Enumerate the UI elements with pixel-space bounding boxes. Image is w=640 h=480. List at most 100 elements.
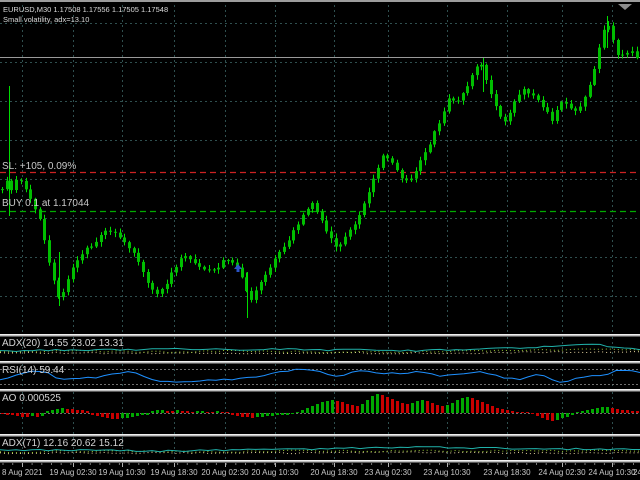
- ao-bar: [306, 408, 309, 413]
- ao-bar: [441, 406, 444, 413]
- indicator-pane-adx20[interactable]: ADX(20) 14.55 23.02 13.31: [0, 337, 640, 361]
- ao-bar: [276, 413, 279, 415]
- ao-label: AO 0.000525: [2, 393, 61, 404]
- ao-bar: [586, 410, 589, 413]
- ao-bar: [636, 411, 639, 413]
- ao-bar: [66, 409, 69, 413]
- ao-bar: [111, 413, 114, 419]
- ao-bar: [51, 410, 54, 413]
- ao-bar: [86, 411, 89, 413]
- stop-loss-label: SL: +105, 0.09%: [2, 161, 77, 172]
- time-axis-label: 19 Aug 18:30: [150, 468, 198, 477]
- ao-bar: [56, 409, 59, 413]
- ao-bar: [561, 413, 564, 418]
- ao-bar: [621, 410, 624, 413]
- ao-bar: [106, 413, 109, 418]
- ao-bar: [311, 406, 314, 413]
- ao-bar: [361, 404, 364, 413]
- ao-bar: [216, 411, 219, 413]
- rsi-canvas[interactable]: [0, 364, 640, 389]
- indicator-pane-ao[interactable]: AO 0.000525: [0, 392, 640, 434]
- ao-bar: [356, 406, 359, 413]
- main-chart-group: [0, 2, 640, 334]
- ao-bar: [616, 409, 619, 413]
- ao-bar: [101, 413, 104, 417]
- ao-bar: [241, 413, 244, 417]
- ao-bar: [426, 401, 429, 413]
- ao-bar: [376, 394, 379, 413]
- ao-bar: [421, 400, 424, 413]
- candle-bodies: [1, 25, 639, 300]
- ao-bar: [446, 405, 449, 413]
- ao-bar: [436, 405, 439, 413]
- time-axis-label: 20 Aug 02:30: [201, 468, 249, 477]
- ao-bar: [91, 413, 94, 415]
- ao-bar: [316, 404, 319, 413]
- ao-bar: [371, 396, 374, 413]
- ao-bar: [256, 413, 259, 417]
- indicator-pane-adx71[interactable]: ADX(71) 12.16 20.62 15.12: [0, 437, 640, 460]
- main-price-chart[interactable]: EURUSD,M30 1.17508 1.17556 1.17505 1.175…: [0, 2, 640, 334]
- ao-bar: [61, 408, 64, 413]
- time-axis-label: 23 Aug 02:30: [364, 468, 412, 477]
- adx71-label: ADX(71) 12.16 20.62 15.12: [2, 438, 124, 449]
- ao-bar: [301, 410, 304, 413]
- ao-bar: [411, 403, 414, 413]
- ao-bar: [336, 401, 339, 413]
- ao-bar: [246, 413, 249, 417]
- ao-bar: [166, 411, 169, 413]
- ao-bar: [491, 406, 494, 413]
- ao-bar: [146, 413, 149, 415]
- ao-bar: [201, 411, 204, 413]
- ao-bar: [1, 413, 4, 414]
- ao-bar: [286, 413, 289, 415]
- ao-bar: [266, 413, 269, 416]
- ao-bar: [141, 413, 144, 415]
- candlestick-canvas[interactable]: [0, 2, 640, 334]
- ao-bar: [601, 407, 604, 413]
- time-axis-label: 23 Aug 10:30: [423, 468, 471, 477]
- ao-bar: [81, 410, 84, 413]
- buy-arrow-marker[interactable]: [234, 264, 242, 272]
- ao-bar: [531, 413, 534, 414]
- time-axis-label: 8 Aug 2021: [2, 468, 43, 477]
- ao-bar: [481, 402, 484, 413]
- ao-bar: [236, 413, 239, 416]
- ao-bar: [496, 408, 499, 413]
- ao-bar: [431, 403, 434, 413]
- rsi-label: RSI(14) 59.44: [2, 365, 65, 376]
- ao-bar: [181, 411, 184, 413]
- ao-bar: [126, 413, 129, 418]
- ao-canvas[interactable]: [0, 392, 640, 434]
- ao-bar: [571, 413, 574, 415]
- ao-bar: [396, 401, 399, 413]
- ao-bar: [321, 402, 324, 413]
- chart-shift-triangle[interactable]: [618, 4, 632, 10]
- ao-bar: [136, 413, 139, 416]
- indicator-pane-rsi[interactable]: RSI(14) 59.44: [0, 364, 640, 389]
- ao-bar: [386, 397, 389, 413]
- ao-bar: [366, 400, 369, 413]
- ao-bar: [41, 413, 44, 416]
- ao-bar: [516, 412, 519, 413]
- time-axis-label: 20 Aug 18:30: [310, 468, 358, 477]
- time-axis[interactable]: 8 Aug 2021 19 Aug 02:30 19 Aug 10:30 19 Aug…: [0, 463, 640, 480]
- ao-bar: [466, 397, 469, 413]
- time-axis-label: 19 Aug 10:30: [98, 468, 146, 477]
- ao-bar: [46, 411, 49, 413]
- ao-bar: [521, 412, 524, 413]
- ea-comment-text: Small volatility, adx=13.10: [3, 15, 90, 24]
- ao-bar: [506, 410, 509, 413]
- ao-bar: [206, 412, 209, 413]
- time-axis-label: 24 Aug 02:30: [538, 468, 586, 477]
- time-axis-label: 24 Aug 18:30: [633, 468, 640, 477]
- ao-bar: [351, 405, 354, 413]
- symbol-ohlc-header: EURUSD,M30 1.17508 1.17556 1.17505 1.175…: [3, 5, 169, 14]
- ao-bar: [451, 403, 454, 413]
- buy-order-label: BUY 0.1 at 1.17044: [2, 198, 90, 209]
- chart-window: EURUSD,M30 1.17508 1.17556 1.17505 1.175…: [0, 0, 640, 480]
- ao-bar: [346, 404, 349, 413]
- ao-bar: [96, 413, 99, 416]
- ao-bar: [231, 413, 234, 415]
- ao-bar: [31, 413, 34, 416]
